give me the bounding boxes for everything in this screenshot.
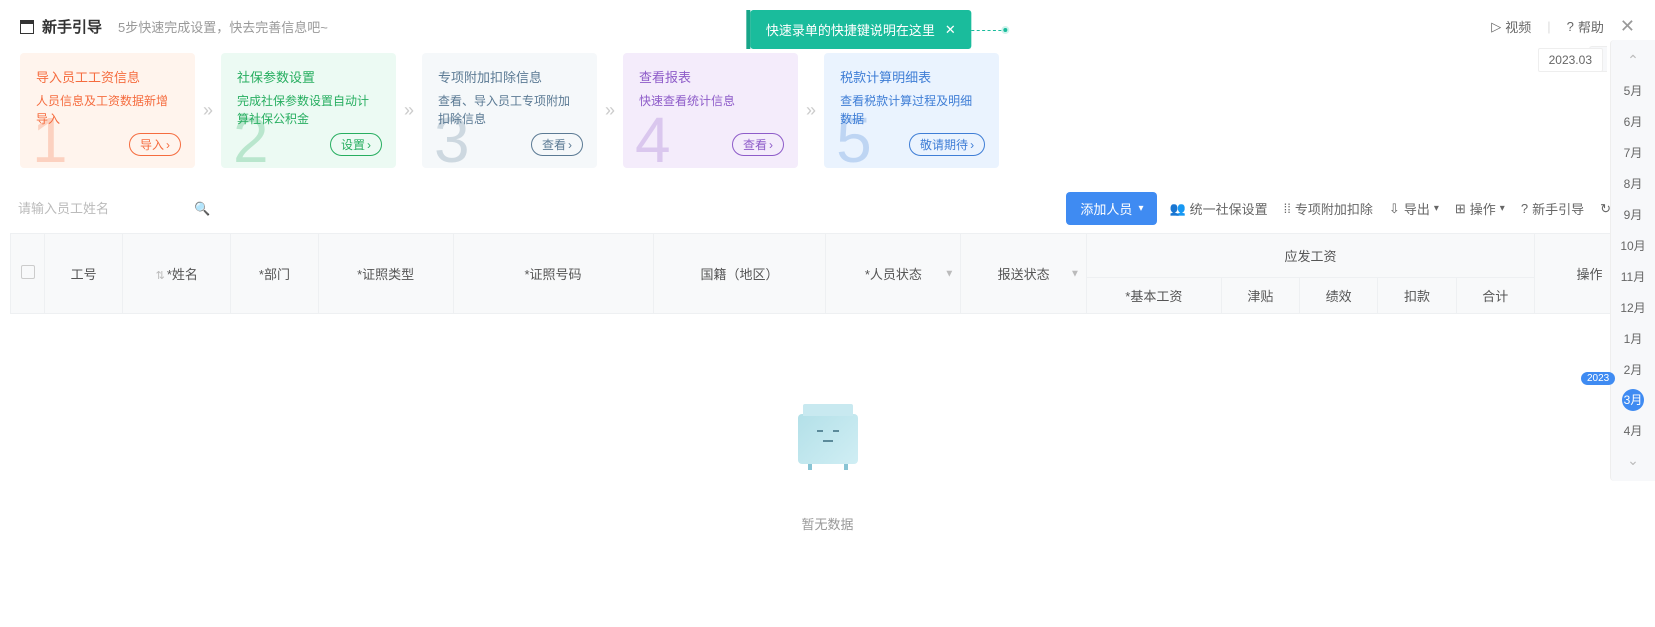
settings-button[interactable]: 设置› [330,133,382,156]
month-item[interactable]: 3月 [1622,389,1644,411]
comingsoon-button[interactable]: 敬请期待› [909,133,985,156]
search-box[interactable]: 🔍 [10,197,190,221]
col-report[interactable]: 报送状态▼ [961,234,1087,314]
toast-close-icon[interactable]: ✕ [945,22,956,38]
chevron-icon: » [201,100,215,121]
search-icon[interactable]: 🔍 [194,201,210,217]
help-link[interactable]: ?帮助 [1567,17,1604,36]
scan-icon: ⁞⁞ [1284,201,1291,216]
col-name[interactable]: *姓名 [123,234,231,314]
month-item[interactable]: 8月 [1611,168,1655,199]
month-item[interactable]: 7月 [1611,137,1655,168]
month-sidebar: ⌃ 5月6月7月8月9月10月11月12月1月2月3月4月 ⌄ 2023 [1610,40,1655,481]
month-item[interactable]: 11月 [1611,261,1655,292]
social-settings-button[interactable]: 👥统一社保设置 [1165,193,1271,224]
scroll-down-icon[interactable]: ⌄ [1611,446,1655,475]
scroll-up-icon[interactable]: ⌃ [1611,46,1655,75]
chevron-icon: » [402,100,416,121]
card-import[interactable]: 导入员工工资信息 人员信息及工资数据新增导入 1 导入› [20,53,195,168]
col-deduct[interactable]: 扣款 [1378,278,1456,314]
col-idno[interactable]: *证照号码 [453,234,653,314]
chevron-right-icon: › [970,138,974,152]
video-link[interactable]: ▷视频 [1491,17,1531,36]
chevron-right-icon: › [367,138,371,152]
search-input[interactable] [18,201,194,216]
col-total[interactable]: 合计 [1456,278,1534,314]
chevron-icon: » [603,100,617,121]
chevron-down-icon: ▾ [1434,203,1439,214]
chevron-icon: » [804,100,818,121]
card-social[interactable]: 社保参数设置 完成社保参数设置自动计算社保公积金 2 设置› [221,53,396,168]
month-item[interactable]: 4月 [1611,415,1655,446]
empty-icon [778,414,878,494]
col-nation[interactable]: 国籍（地区） [653,234,826,314]
month-item[interactable]: 6月 [1611,106,1655,137]
year-label: 2023.03 [1538,48,1603,72]
header-subtitle: 5步快速完成设置，快去完善信息吧~ [118,17,328,36]
help-icon: ? [1521,201,1528,216]
toast-text: 快速录单的快捷键说明在这里 [766,20,935,39]
month-item[interactable]: 2月 [1611,354,1655,385]
chevron-down-icon: ▾ [1138,203,1143,214]
col-base[interactable]: *基本工资 [1086,278,1221,314]
close-icon[interactable]: ✕ [1620,16,1635,37]
import-button[interactable]: 导入› [129,133,181,156]
chevron-down-icon: ▾ [1500,203,1505,214]
month-item[interactable]: 5月 [1611,75,1655,106]
chevron-right-icon: › [166,138,170,152]
empty-state: 暂无数据 [0,314,1655,553]
deduct-button[interactable]: ⁞⁞专项附加扣除 [1280,193,1377,224]
filter-icon: ▼ [944,268,954,279]
grid-icon: ⊞ [1455,201,1466,217]
header-title: 新手引导 [42,16,102,37]
col-dept[interactable]: *部门 [231,234,318,314]
shortcut-toast: 快速录单的快捷键说明在这里 ✕ [750,10,972,49]
employee-table: 工号 *姓名 *部门 *证照类型 *证照号码 国籍（地区） *人员状态▼ 报送状… [10,233,1645,314]
col-no[interactable]: 工号 [45,234,123,314]
toolbar: 🔍 添加人员▾ 👥统一社保设置 ⁞⁞专项附加扣除 ⇩导出▾ ⊞操作▾ ?新手引导… [0,184,1655,233]
empty-text: 暂无数据 [0,514,1655,533]
book-icon [20,20,34,34]
play-icon: ▷ [1491,19,1501,35]
card-report[interactable]: 查看报表 快速查看统计信息 4 查看› [623,53,798,168]
col-allow[interactable]: 津贴 [1221,278,1299,314]
checkbox-all [21,265,35,279]
month-item[interactable]: 10月 [1611,230,1655,261]
month-item[interactable]: 9月 [1611,199,1655,230]
add-person-button[interactable]: 添加人员▾ [1066,192,1157,225]
col-salary-group: 应发工资 [1086,234,1534,278]
people-icon: 👥 [1169,201,1185,217]
card-tax[interactable]: 税款计算明细表 查看税款计算过程及明细数据 5 敬请期待› [824,53,999,168]
col-perf[interactable]: 绩效 [1300,278,1378,314]
guide-cards: 导入员工工资信息 人员信息及工资数据新增导入 1 导入› » 社保参数设置 完成… [0,53,1655,184]
card-deduct[interactable]: 专项附加扣除信息 查看、导入员工专项附加扣除信息 3 查看› [422,53,597,168]
view-button[interactable]: 查看› [732,133,784,156]
view-button[interactable]: 查看› [531,133,583,156]
month-item[interactable]: 12月 [1611,292,1655,323]
chevron-right-icon: › [769,138,773,152]
chevron-right-icon: › [568,138,572,152]
guide-button[interactable]: ?新手引导 [1517,193,1588,224]
operate-button[interactable]: ⊞操作▾ [1451,193,1509,224]
year-tag: 2023 [1581,372,1615,385]
filter-icon: ▼ [1070,268,1080,279]
help-icon: ? [1567,19,1574,34]
col-idtype[interactable]: *证照类型 [318,234,453,314]
month-item[interactable]: 1月 [1611,323,1655,354]
export-icon: ⇩ [1389,201,1400,217]
col-status[interactable]: *人员状态▼ [826,234,961,314]
col-checkbox[interactable] [11,234,45,314]
export-button[interactable]: ⇩导出▾ [1385,193,1443,224]
